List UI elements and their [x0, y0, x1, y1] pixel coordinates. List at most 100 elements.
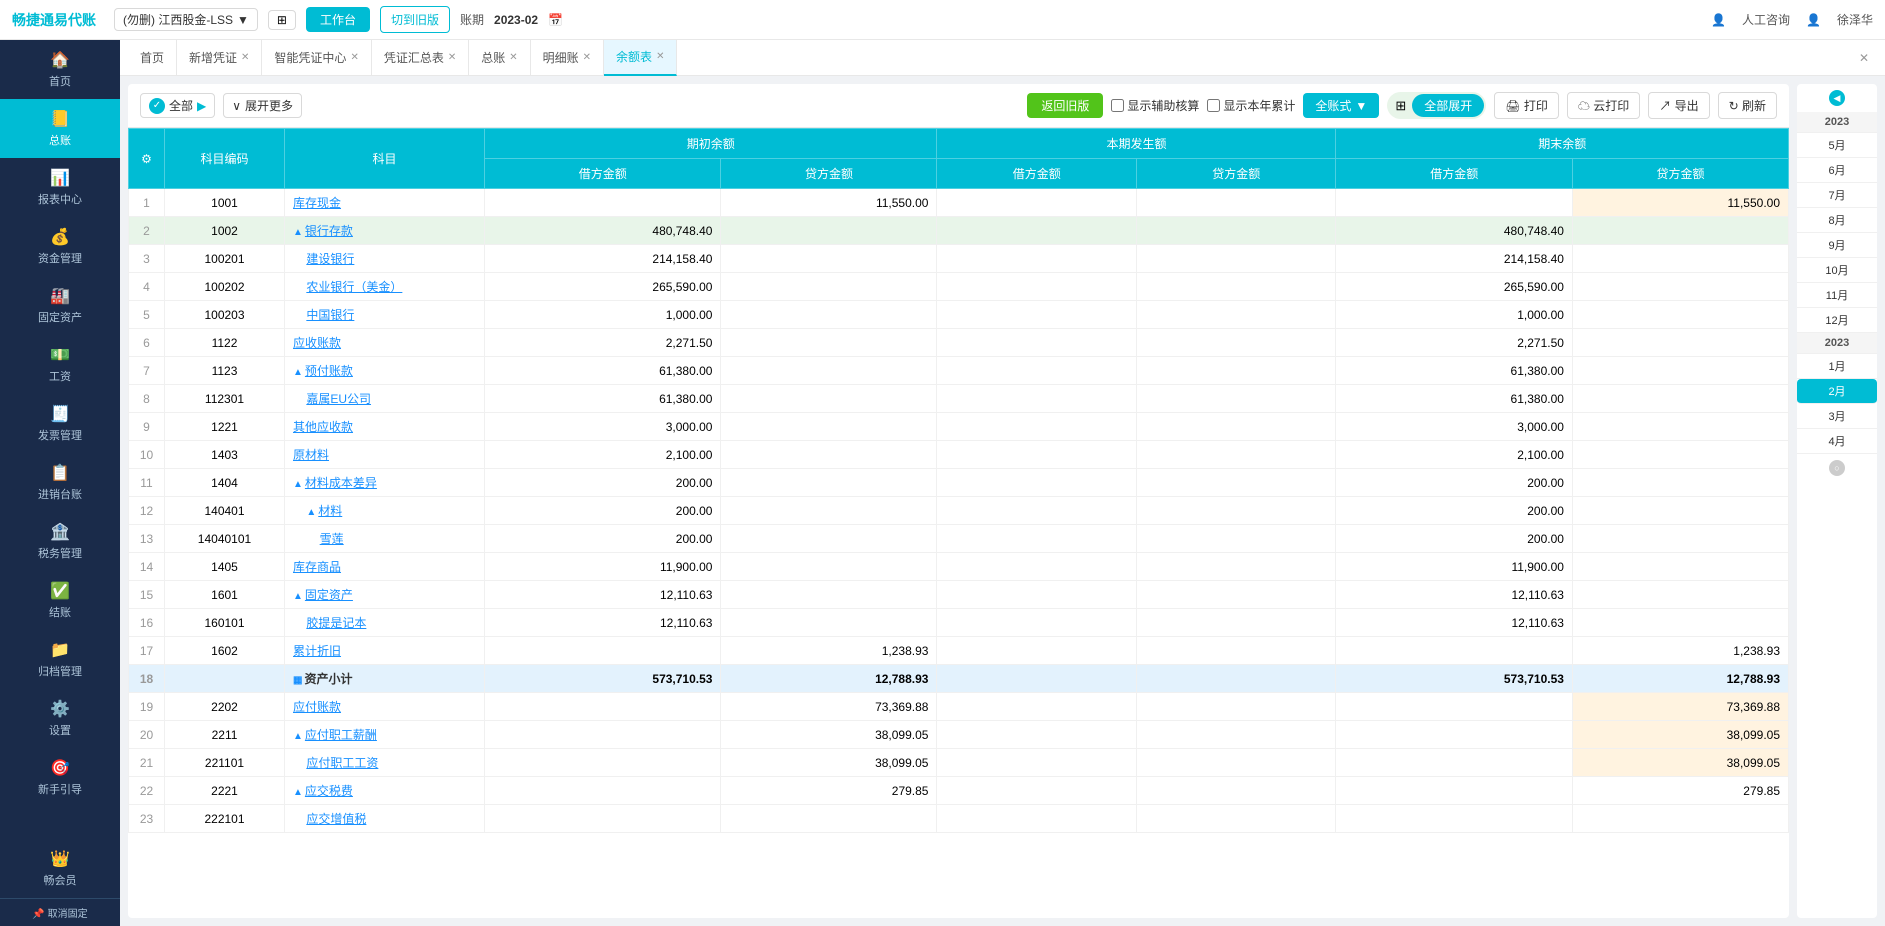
tab-close-icon[interactable]: ✕: [509, 52, 517, 63]
right-panel-month-6[interactable]: 6月: [1797, 158, 1877, 183]
sidebar-item-settings[interactable]: ⚙️ 设置: [0, 689, 120, 748]
account-name[interactable]: 应付账款: [285, 693, 485, 721]
close-all-tabs-button[interactable]: ✕: [1851, 51, 1877, 65]
tab-close-icon[interactable]: ✕: [350, 52, 358, 63]
company-settings-button[interactable]: ⊞: [268, 10, 296, 30]
sidebar-item-member[interactable]: 👑 畅会员: [0, 839, 120, 898]
unpin-button[interactable]: 📌 取消固定: [0, 898, 120, 926]
current-debit: [937, 217, 1137, 245]
tab-new-voucher[interactable]: 新增凭证 ✕: [177, 40, 262, 76]
auxiliary-checkbox-input[interactable]: [1111, 99, 1124, 112]
right-panel-month-3[interactable]: 3月: [1797, 404, 1877, 429]
tab-home[interactable]: 首页: [128, 40, 177, 76]
account-name[interactable]: ▲材料成本差异: [285, 469, 485, 497]
tab-detail[interactable]: 明细账 ✕: [531, 40, 604, 76]
sidebar-item-salary[interactable]: 💵 工资: [0, 335, 120, 394]
account-name[interactable]: 嘉属EU公司: [285, 385, 485, 413]
return-old-version-button[interactable]: 返回旧版: [1027, 93, 1103, 118]
right-panel-month-8[interactable]: 8月: [1797, 208, 1877, 233]
switch-version-button[interactable]: 切到旧版: [380, 6, 450, 33]
sidebar-item-purchase[interactable]: 📋 进销台账: [0, 453, 120, 512]
ytd-checkbox-input[interactable]: [1207, 99, 1220, 112]
period-end-debit: 61,380.00: [1336, 357, 1572, 385]
account-name[interactable]: 其他应收款: [285, 413, 485, 441]
filter-selector[interactable]: ✓ 全部 ▶: [140, 93, 215, 118]
account-name[interactable]: 农业银行（美金）: [285, 273, 485, 301]
sidebar-item-invoice[interactable]: 🧾 发票管理: [0, 394, 120, 453]
right-panel-month-7[interactable]: 7月: [1797, 183, 1877, 208]
right-panel-month-11[interactable]: 11月: [1797, 283, 1877, 308]
tab-close-icon[interactable]: ✕: [583, 52, 591, 63]
account-name[interactable]: 累计折旧: [285, 637, 485, 665]
right-panel-collapse-button[interactable]: ◀: [1829, 90, 1845, 106]
account-name[interactable]: 中国银行: [285, 301, 485, 329]
account-name[interactable]: 应交增值税: [285, 805, 485, 833]
account-name[interactable]: 建设银行: [285, 245, 485, 273]
account-name[interactable]: 原材料: [285, 441, 485, 469]
sidebar-item-tax[interactable]: 🏦 税务管理: [0, 512, 120, 571]
sidebar-item-guide[interactable]: 🎯 新手引导: [0, 748, 120, 807]
settings-col-header[interactable]: ⚙: [129, 129, 165, 189]
print-button[interactable]: 🖨 打印: [1494, 92, 1559, 119]
account-name[interactable]: ▦资产小计: [285, 665, 485, 693]
show-auxiliary-checkbox[interactable]: 显示辅助核算: [1111, 97, 1199, 114]
account-name[interactable]: ▲银行存款: [285, 217, 485, 245]
account-name[interactable]: ▲应交税费: [285, 777, 485, 805]
account-name[interactable]: 雪莲: [285, 525, 485, 553]
period-start-debit: 2,271.50: [485, 329, 721, 357]
account-name[interactable]: 应付职工工资: [285, 749, 485, 777]
tab-ledger[interactable]: 总账 ✕: [469, 40, 530, 76]
account-name[interactable]: ▲固定资产: [285, 581, 485, 609]
salary-icon: 💵: [50, 345, 70, 365]
account-name[interactable]: 库存现金: [285, 189, 485, 217]
user-name[interactable]: 徐泽华: [1837, 11, 1873, 28]
sidebar-item-archive[interactable]: 📁 归档管理: [0, 630, 120, 689]
expand-all-button[interactable]: 全部展开: [1412, 94, 1484, 117]
consult-label[interactable]: 人工咨询: [1742, 11, 1790, 28]
cloud-print-button[interactable]: ☁ 云打印: [1567, 92, 1640, 119]
right-panel-expand-button[interactable]: ○: [1829, 460, 1845, 476]
calendar-icon[interactable]: 📅: [548, 13, 563, 27]
right-panel-month-12[interactable]: 12月: [1797, 308, 1877, 333]
expand-more-button[interactable]: ∨ 展开更多: [223, 93, 302, 118]
cloud-print-icon: ☁: [1578, 99, 1590, 113]
right-panel-month-1[interactable]: 1月: [1797, 354, 1877, 379]
sidebar-item-ledger[interactable]: 📒 总账: [0, 99, 120, 158]
show-ytd-checkbox[interactable]: 显示本年累计: [1207, 97, 1295, 114]
account-code: 160101: [165, 609, 285, 637]
tab-label: 凭证汇总表: [384, 49, 444, 66]
format-dropdown-button[interactable]: 全账式 ▼: [1303, 93, 1379, 118]
account-name[interactable]: ▲材料: [285, 497, 485, 525]
tab-close-icon[interactable]: ✕: [241, 52, 249, 63]
tab-balance[interactable]: 余额表 ✕: [604, 40, 677, 76]
sidebar-item-reports[interactable]: 📊 报表中心: [0, 158, 120, 217]
right-panel-month-9[interactable]: 9月: [1797, 233, 1877, 258]
account-code: 112301: [165, 385, 285, 413]
topbar-right: 👤 人工咨询 👤 徐泽华: [1711, 11, 1873, 28]
account-name[interactable]: ▲预付账款: [285, 357, 485, 385]
account-name[interactable]: 应收账款: [285, 329, 485, 357]
right-panel-month-5[interactable]: 5月: [1797, 133, 1877, 158]
gear-icon[interactable]: ⚙: [141, 152, 152, 166]
account-name[interactable]: 库存商品: [285, 553, 485, 581]
account-name[interactable]: 胶提是记本: [285, 609, 485, 637]
sidebar-item-home[interactable]: 🏠 首页: [0, 40, 120, 99]
tab-smart-center[interactable]: 智能凭证中心 ✕: [262, 40, 371, 76]
company-selector[interactable]: (勿删) 江西股金-LSS ▼: [114, 8, 258, 31]
current-credit: [1136, 301, 1336, 329]
workbench-button[interactable]: 工作台: [306, 7, 370, 32]
tab-close-icon[interactable]: ✕: [656, 51, 664, 62]
refresh-button[interactable]: ↻ 刷新: [1718, 92, 1777, 119]
tab-close-icon[interactable]: ✕: [448, 52, 456, 63]
sidebar-item-settle[interactable]: ✅ 结账: [0, 571, 120, 630]
right-panel-month-2-active[interactable]: 2月: [1797, 379, 1877, 404]
row-number: 6: [129, 329, 165, 357]
right-panel-month-4[interactable]: 4月: [1797, 429, 1877, 454]
tab-voucher-summary[interactable]: 凭证汇总表 ✕: [372, 40, 469, 76]
account-name[interactable]: ▲应付职工薪酬: [285, 721, 485, 749]
sidebar-item-fixed-assets[interactable]: 🏭 固定资产: [0, 276, 120, 335]
period-start-debit: 11,900.00: [485, 553, 721, 581]
right-panel-month-10[interactable]: 10月: [1797, 258, 1877, 283]
sidebar-item-funds[interactable]: 💰 资金管理: [0, 217, 120, 276]
export-button[interactable]: ↗ 导出: [1648, 92, 1709, 119]
